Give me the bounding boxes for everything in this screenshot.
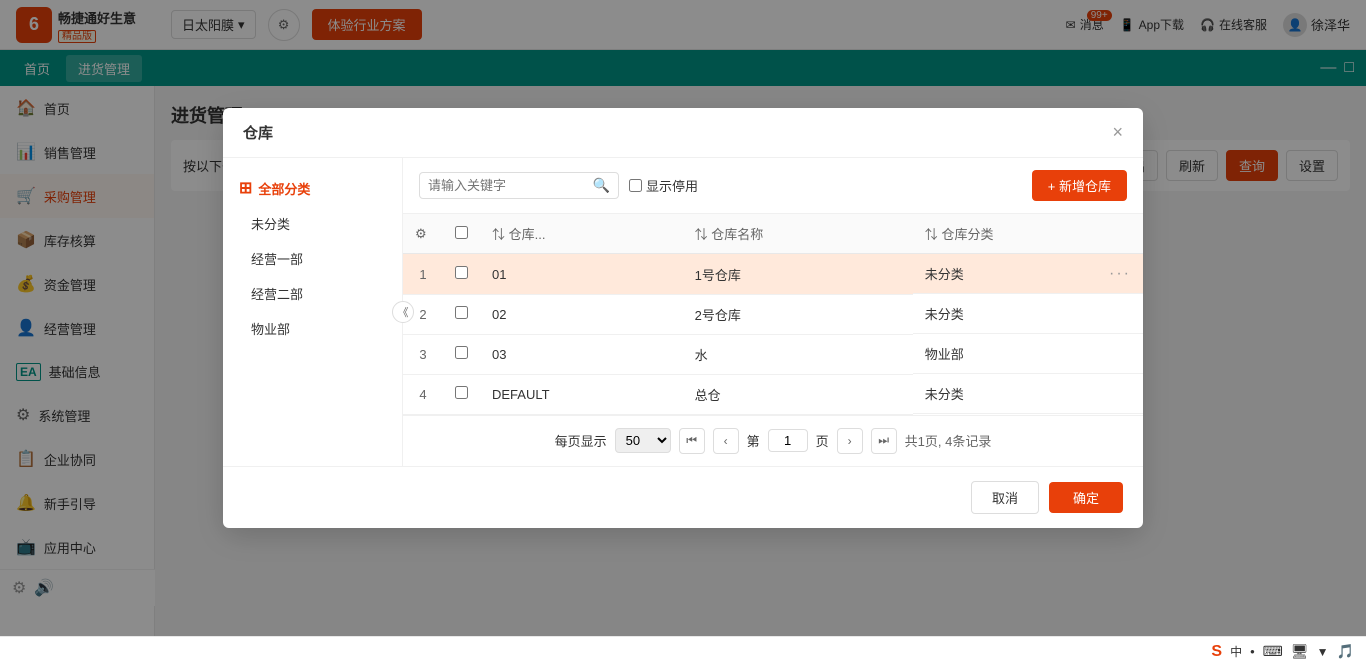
row-name-cell: 水 [683,334,913,374]
per-page-select[interactable]: 50 20 100 [615,428,671,453]
row-category-cell: 物业部 [913,334,1143,374]
col-header-category[interactable]: ⇅ 仓库分类 [913,214,1143,254]
modal-footer: 取消 确定 [223,466,1143,528]
show-disabled-label: 显示停用 [646,176,698,195]
col-header-check[interactable] [443,214,480,254]
page-prev-button[interactable]: ‹ [713,428,739,454]
status-icon-music: 🎵 [1337,643,1354,660]
name-sort-icon: ⇅ [695,227,708,242]
modal-body: ⊞ 全部分类 未分类 经营一部 经营二部 物业部 《 🔍 [223,158,1143,466]
category-collapse-button[interactable]: 《 [392,301,414,323]
row-check-cell[interactable] [443,334,480,374]
page-next-button[interactable]: › [837,428,863,454]
search-input[interactable] [428,178,587,193]
col-header-gear[interactable]: ⚙ [403,214,443,254]
table-row[interactable]: 3 03 水 物业部 [403,334,1143,374]
row-category-cell: 未分类··· [913,254,1143,294]
row-code-cell: 02 [480,294,683,334]
select-all-checkbox[interactable] [455,226,468,239]
row-checkbox[interactable] [455,346,468,359]
status-icon-keyboard: ⌨ [1263,643,1283,660]
status-icon-zh: 中 [1230,643,1242,660]
row-category-cell: 未分类 [913,374,1143,414]
status-bar: S 中 • ⌨ 🖥 ▼ 🎵 [0,636,1366,666]
warehouse-table: ⚙ ⇅ 仓库... ⇅ [403,214,1143,415]
add-warehouse-button[interactable]: + 新增仓库 [1032,170,1127,201]
row-checkbox[interactable] [455,386,468,399]
category-item-dept2[interactable]: 经营二部 [223,276,402,311]
category-panel: ⊞ 全部分类 未分类 经营一部 经营二部 物业部 《 [223,158,403,466]
warehouse-table-wrap: ⚙ ⇅ 仓库... ⇅ [403,214,1143,415]
status-icon-triangle: ▼ [1317,645,1329,659]
row-code-cell: DEFAULT [480,374,683,414]
search-icon: 🔍 [593,177,610,194]
page-label: 第 [747,431,760,450]
page-first-button[interactable]: ⏮ [679,428,705,454]
status-icon-s: S [1211,643,1222,661]
row-check-cell[interactable] [443,374,480,414]
cancel-button[interactable]: 取消 [971,481,1039,514]
category-item-dept1[interactable]: 经营一部 [223,241,402,276]
pagination: 每页显示 50 20 100 ⏮ ‹ 第 页 › ⏭ 共1页, 4条记录 [403,415,1143,466]
status-icon-monitor: 🖥 [1291,643,1309,660]
row-code-cell: 01 [480,254,683,295]
status-icon-dot: • [1250,644,1255,659]
per-page-label: 每页显示 [555,431,607,450]
category-item-property[interactable]: 物业部 [223,311,402,346]
category-item-unclassified[interactable]: 未分类 [223,206,402,241]
show-disabled-checkbox[interactable] [629,179,642,192]
row-num-cell: 3 [403,334,443,374]
modal-overlay: 仓库 × ⊞ 全部分类 未分类 经营一部 经营二部 物业部 《 [0,0,1366,636]
row-name-cell: 1号仓库 [683,254,913,295]
category-all-label: 全部分类 [258,179,310,198]
row-check-cell[interactable] [443,294,480,334]
table-gear-icon: ⚙ [415,226,427,241]
page-last-button[interactable]: ⏭ [871,428,897,454]
category-sort-icon: ⇅ [925,227,938,242]
modal-title: 仓库 [243,122,273,143]
col-header-code[interactable]: ⇅ 仓库... [480,214,683,254]
row-code-cell: 03 [480,334,683,374]
table-row[interactable]: 1 01 1号仓库 未分类··· [403,254,1143,295]
modal-header: 仓库 × [223,108,1143,158]
row-name-cell: 2号仓库 [683,294,913,334]
col-header-name[interactable]: ⇅ 仓库名称 [683,214,913,254]
row-name-cell: 总仓 [683,374,913,414]
modal-close-button[interactable]: × [1112,122,1123,143]
row-action-dots[interactable]: ··· [1109,265,1131,283]
page-number-input[interactable] [768,429,808,452]
row-num-cell: 1 [403,254,443,295]
code-sort-icon: ⇅ [492,227,505,242]
row-check-cell[interactable] [443,254,480,295]
page-unit-label: 页 [816,431,829,450]
warehouse-modal: 仓库 × ⊞ 全部分类 未分类 经营一部 经营二部 物业部 《 [223,108,1143,528]
page-total-label: 共1页, 4条记录 [905,431,992,450]
confirm-button[interactable]: 确定 [1049,482,1123,513]
grid-icon: ⊞ [239,178,252,198]
search-input-wrap[interactable]: 🔍 [419,172,619,199]
table-row[interactable]: 2 02 2号仓库 未分类 [403,294,1143,334]
table-row[interactable]: 4 DEFAULT 总仓 未分类 [403,374,1143,414]
row-category-cell: 未分类 [913,294,1143,334]
data-toolbar: 🔍 显示停用 + 新增仓库 [403,158,1143,214]
category-all-header[interactable]: ⊞ 全部分类 [223,170,402,206]
row-num-cell: 4 [403,374,443,414]
show-disabled-wrap: 显示停用 [629,176,698,195]
data-panel: 🔍 显示停用 + 新增仓库 ⚙ [403,158,1143,466]
row-checkbox[interactable] [455,306,468,319]
row-checkbox[interactable] [455,266,468,279]
